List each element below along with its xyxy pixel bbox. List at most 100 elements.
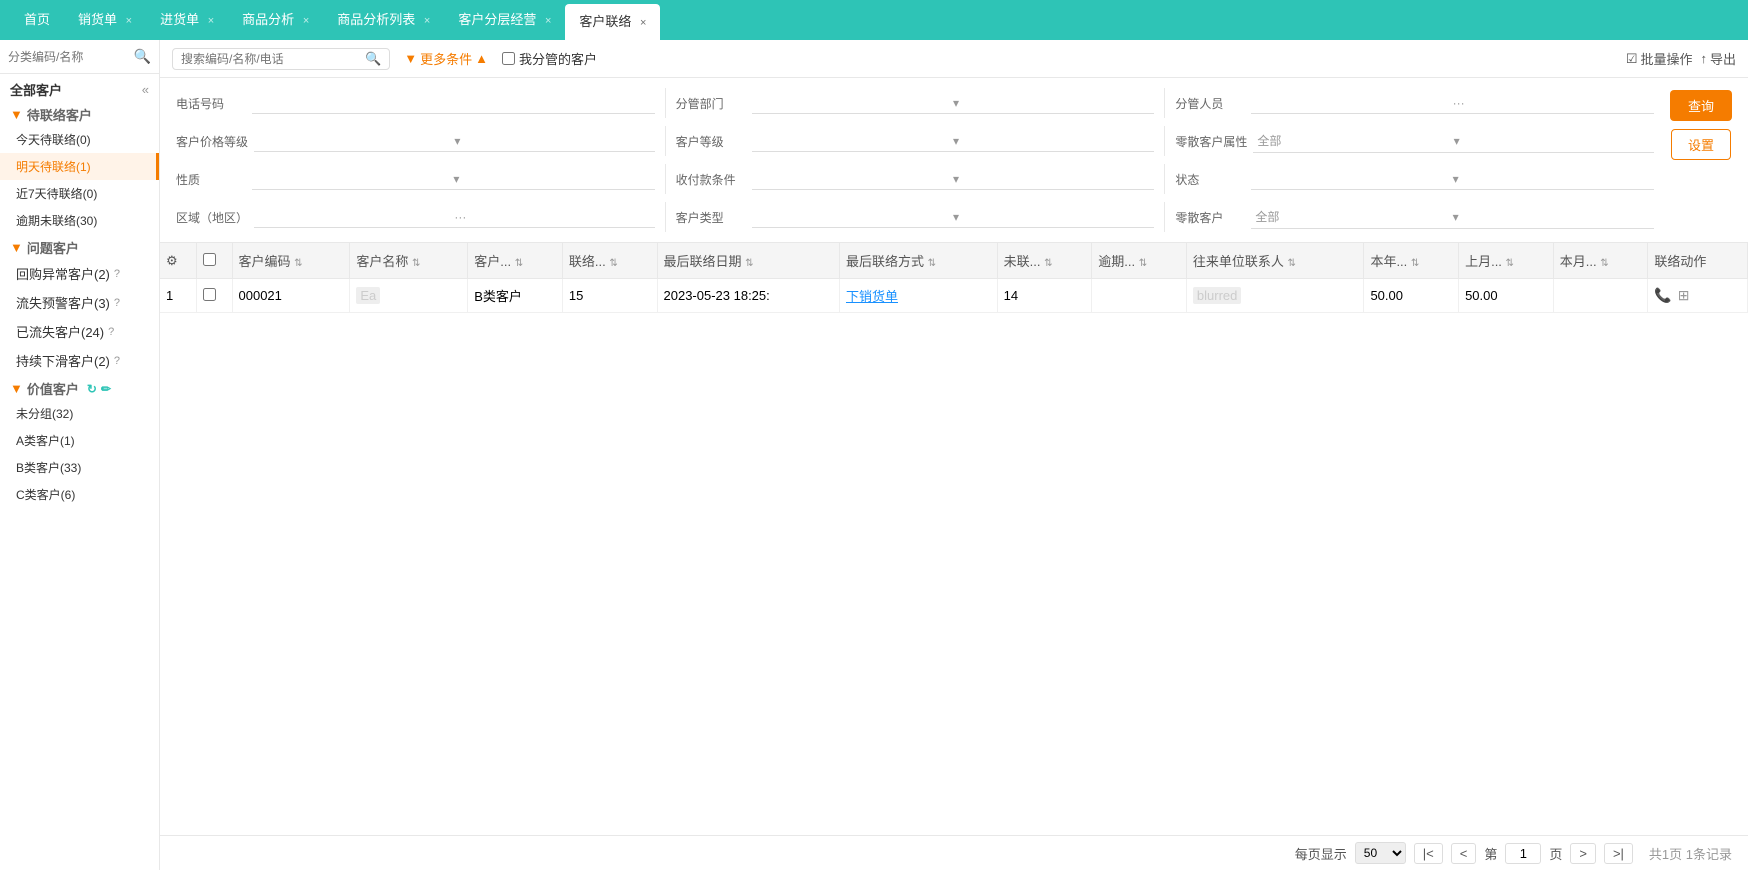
close-sales-icon[interactable]: × xyxy=(126,15,132,27)
sidebar-search-input[interactable] xyxy=(8,50,134,64)
action-phone-icon[interactable]: 📞 xyxy=(1654,287,1671,304)
refresh-icon[interactable]: ↻ xyxy=(87,382,97,396)
td-checkbox[interactable] xyxy=(196,279,232,313)
page-size-select[interactable]: 50 100 200 xyxy=(1355,842,1406,864)
action-grid-icon[interactable]: ⊞ xyxy=(1678,287,1690,304)
status-label: 状态 xyxy=(1175,171,1245,188)
last-method-link[interactable]: 下销货单 xyxy=(846,289,898,304)
filter-retail-attr: 零散客户属性 全部 ▾ xyxy=(1175,129,1654,153)
filter-status: 状态 ▾ xyxy=(1175,169,1654,190)
contact-person-blurred: blurred xyxy=(1193,287,1241,304)
sidebar-item-class-b[interactable]: B类客户(33) xyxy=(0,454,159,481)
th-contact-person[interactable]: 往来单位联系人 ⇅ xyxy=(1186,243,1364,279)
edit-icon[interactable]: ✏ xyxy=(101,382,111,396)
nav-product-analysis[interactable]: 商品分析 × xyxy=(228,0,323,40)
batch-op-btn[interactable]: ☑ 批量操作 xyxy=(1626,49,1693,68)
td-type: B类客户 xyxy=(468,279,563,313)
customer-type-select[interactable]: ▾ xyxy=(752,207,1155,228)
th-last-method[interactable]: 最后联络方式 ⇅ xyxy=(839,243,997,279)
sidebar-item-ungroup[interactable]: 未分组(32) xyxy=(0,400,159,427)
th-type[interactable]: 客户... ⇅ xyxy=(468,243,563,279)
th-overdue[interactable]: 逾期... ⇅ xyxy=(1092,243,1187,279)
retail-customer-select[interactable]: 全部 ▾ xyxy=(1251,205,1654,229)
th-last-month[interactable]: 上月... ⇅ xyxy=(1459,243,1554,279)
sort-last-date-icon: ⇅ xyxy=(745,258,753,269)
page-number-input[interactable] xyxy=(1505,843,1541,864)
sort-last-method-icon: ⇅ xyxy=(928,258,936,269)
person-label: 分管人员 xyxy=(1175,95,1245,112)
row-checkbox[interactable] xyxy=(203,288,216,301)
price-level-select[interactable]: ▾ xyxy=(254,131,655,152)
sidebar-search-icon[interactable]: 🔍 xyxy=(134,48,151,65)
sidebar-item-tomorrow[interactable]: 明天待联络(1) xyxy=(0,153,159,180)
th-this-month[interactable]: 本月... ⇅ xyxy=(1553,243,1648,279)
th-name[interactable]: 客户名称 ⇅ xyxy=(350,243,468,279)
nav-customer-tier[interactable]: 客户分层经营 × xyxy=(444,0,565,40)
set-button[interactable]: 设置 xyxy=(1671,129,1731,160)
close-customer-contact-icon[interactable]: × xyxy=(640,17,646,29)
all-customers-label[interactable]: 全部客户 xyxy=(10,80,62,99)
nav-purchase[interactable]: 进货单 × xyxy=(146,0,228,40)
customer-level-select[interactable]: ▾ xyxy=(752,131,1155,152)
th-last-date[interactable]: 最后联络日期 ⇅ xyxy=(657,243,839,279)
last-page-btn[interactable]: >| xyxy=(1604,843,1633,864)
sort-name-icon: ⇅ xyxy=(412,258,420,269)
person-select[interactable]: ··· xyxy=(1251,93,1654,114)
select-all-checkbox[interactable] xyxy=(203,253,216,266)
nav-sales[interactable]: 销货单 × xyxy=(64,0,146,40)
sidebar-item-lost[interactable]: 已流失客户(24) ? xyxy=(0,317,159,346)
filter-row-1: 电话号码 分管部门 ▾ 分管人员 xyxy=(176,88,1654,118)
sidebar-item-overdue[interactable]: 逾期未联络(30) xyxy=(0,207,159,234)
area-select[interactable]: ··· xyxy=(254,207,655,228)
next-page-btn[interactable]: > xyxy=(1570,843,1596,864)
problem-customers-category: ▼ 问题客户 xyxy=(0,234,159,259)
prev-page-btn[interactable]: < xyxy=(1451,843,1477,864)
dept-select[interactable]: ▾ xyxy=(752,93,1155,114)
nav-customer-contact[interactable]: 客户联络 × xyxy=(565,4,660,40)
retail-attr-select[interactable]: 全部 ▾ xyxy=(1253,129,1654,153)
nature-select[interactable]: ▾ xyxy=(252,169,655,190)
my-customers-checkbox-label[interactable]: 我分管的客户 xyxy=(502,49,597,68)
th-settings[interactable]: ⚙ xyxy=(160,243,196,279)
sidebar-item-warning[interactable]: 流失预警客户(3) ? xyxy=(0,288,159,317)
th-this-year[interactable]: 本年... ⇅ xyxy=(1364,243,1459,279)
close-customer-tier-icon[interactable]: × xyxy=(545,15,551,27)
sidebar-item-class-a[interactable]: A类客户(1) xyxy=(0,427,159,454)
sidebar-item-7days[interactable]: 近7天待联络(0) xyxy=(0,180,159,207)
price-level-label: 客户价格等级 xyxy=(176,133,248,150)
footer: 每页显示 50 100 200 |< < 第 页 > >| 共1页 1条记录 xyxy=(160,835,1748,870)
nav-home[interactable]: 首页 xyxy=(10,0,64,40)
sidebar-item-abnormal[interactable]: 回购异常客户(2) ? xyxy=(0,259,159,288)
query-button[interactable]: 查询 xyxy=(1670,90,1732,121)
my-customers-checkbox[interactable] xyxy=(502,52,515,65)
sort-code-icon: ⇅ xyxy=(294,258,302,269)
status-select[interactable]: ▾ xyxy=(1251,169,1654,190)
close-purchase-icon[interactable]: × xyxy=(208,15,214,27)
payment-select[interactable]: ▾ xyxy=(752,169,1155,190)
th-uncontacted[interactable]: 未联... ⇅ xyxy=(997,243,1092,279)
close-product-analysis-icon[interactable]: × xyxy=(303,15,309,27)
th-contact-count[interactable]: 联络... ⇅ xyxy=(562,243,657,279)
help-icon-lost: ? xyxy=(108,326,114,338)
th-checkbox[interactable] xyxy=(196,243,232,279)
td-last-method[interactable]: 下销货单 xyxy=(839,279,997,313)
close-product-list-icon[interactable]: × xyxy=(424,15,430,27)
sidebar-item-class-c[interactable]: C类客户(6) xyxy=(0,481,159,508)
th-code[interactable]: 客户编码 ⇅ xyxy=(232,243,350,279)
area-label: 区域（地区） xyxy=(176,209,248,226)
search-input[interactable] xyxy=(181,52,361,66)
export-btn[interactable]: ↑ 导出 xyxy=(1700,49,1736,68)
td-this-month xyxy=(1553,279,1648,313)
search-icon[interactable]: 🔍 xyxy=(365,51,381,67)
td-index: 1 xyxy=(160,279,196,313)
more-conditions-btn[interactable]: ▼ 更多条件 ▲ xyxy=(398,46,494,71)
collapse-icon[interactable]: « xyxy=(142,82,149,97)
phone-input[interactable] xyxy=(252,93,655,114)
customer-name-blurred: Ea xyxy=(356,287,380,304)
area-ellipsis: ··· xyxy=(454,210,650,224)
sidebar-item-today[interactable]: 今天待联络(0) xyxy=(0,126,159,153)
first-page-btn[interactable]: |< xyxy=(1414,843,1443,864)
sidebar-item-declining[interactable]: 持续下滑客户(2) ? xyxy=(0,346,159,375)
filter-dept: 分管部门 ▾ xyxy=(676,93,1155,114)
nav-product-list[interactable]: 商品分析列表 × xyxy=(323,0,444,40)
